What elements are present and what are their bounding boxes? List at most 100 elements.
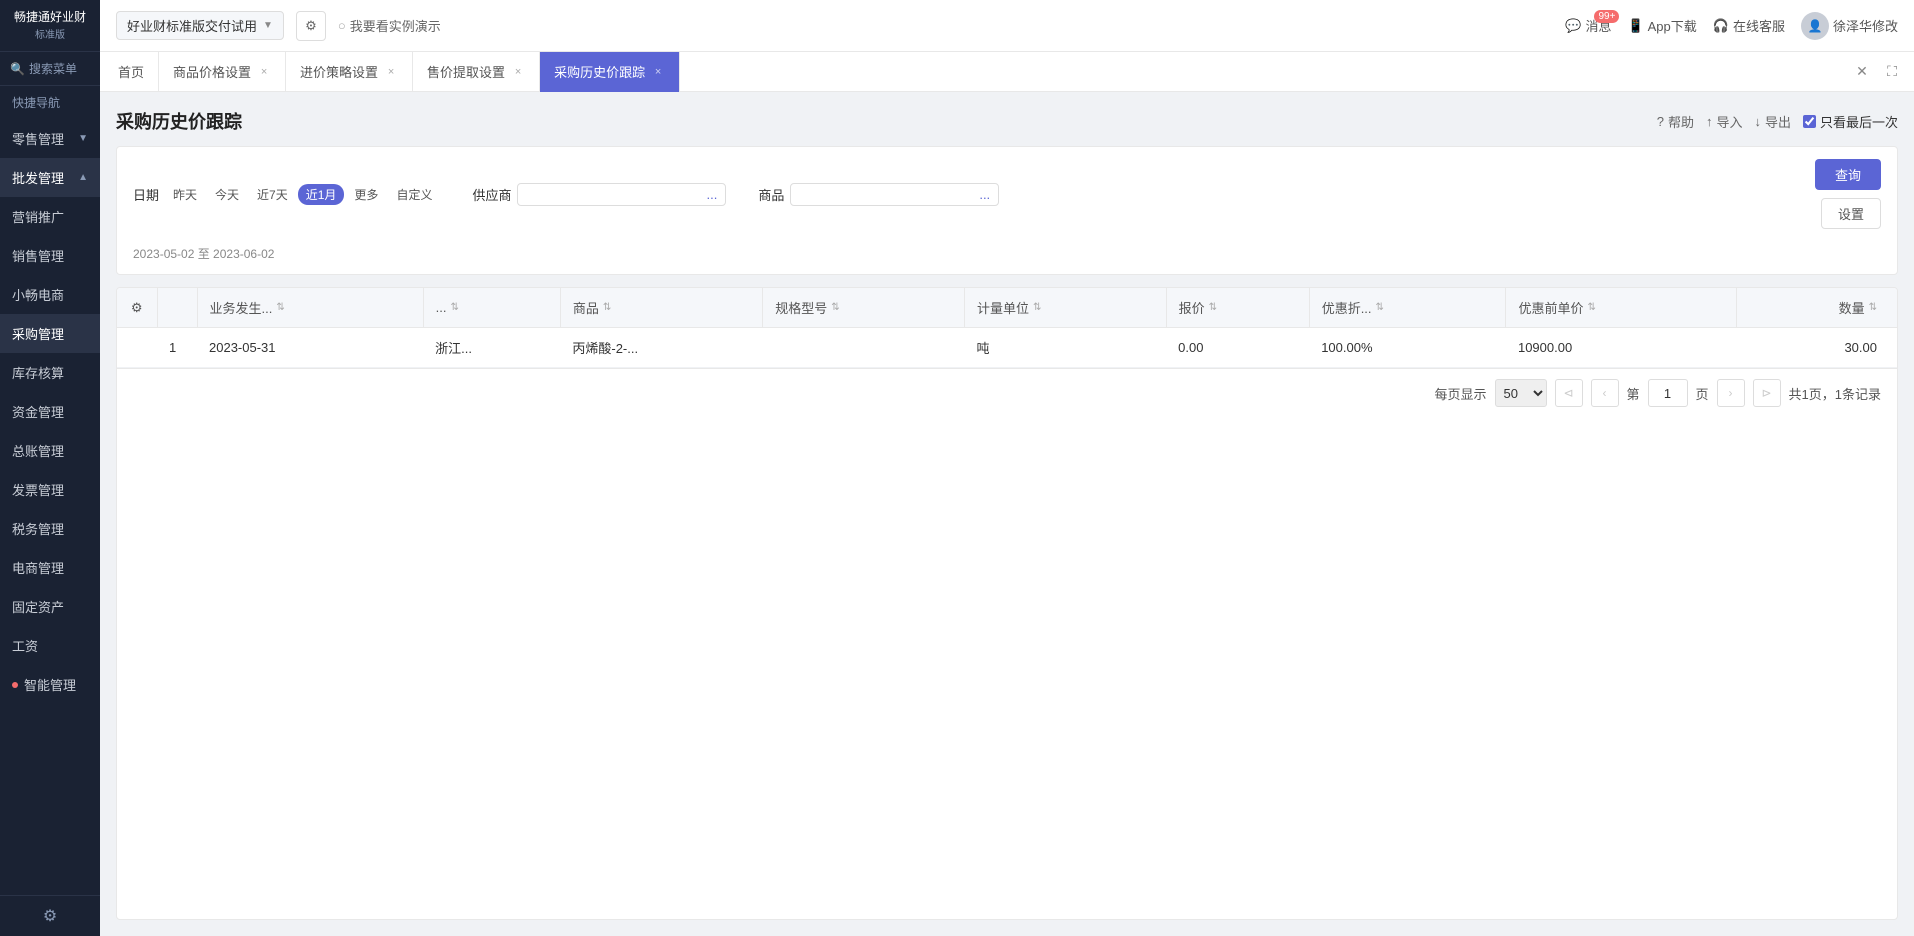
sidebar-item-invoice[interactable]: 发票管理 bbox=[0, 470, 100, 509]
page-header: 采购历史价跟踪 ? 帮助 ↑ 导入 ↓ 导出 只看最后一次 bbox=[116, 108, 1898, 134]
supplier-input[interactable] bbox=[526, 187, 702, 202]
help-button[interactable]: ? 帮助 bbox=[1657, 112, 1694, 131]
supplier-input-wrapper[interactable]: ... bbox=[517, 183, 726, 206]
user-info[interactable]: 👤 徐泽华修改 bbox=[1801, 12, 1898, 40]
tab-strategy-close[interactable]: × bbox=[384, 65, 398, 79]
filter-settings-button[interactable]: 设置 bbox=[1821, 198, 1881, 229]
per-page-select[interactable]: 50 100 200 bbox=[1495, 379, 1547, 407]
date-btn-custom[interactable]: 自定义 bbox=[388, 184, 440, 205]
pagination: 每页显示 50 100 200 ⊲ ‹ 第 页 › ⊳ 共1页，1条记录 bbox=[117, 368, 1897, 417]
product-more-btn[interactable]: ... bbox=[979, 187, 990, 202]
th-more-label: ... bbox=[436, 300, 447, 315]
sidebar-item-salary[interactable]: 工资 bbox=[0, 626, 100, 665]
th-quote[interactable]: 报价 ⇅ bbox=[1166, 288, 1309, 328]
page-input[interactable] bbox=[1648, 379, 1688, 407]
table-body: 1 2023-05-31 浙江... 丙烯酸-2-... 吨 0.00 100.… bbox=[117, 328, 1897, 368]
supplier-label: 供应商 bbox=[472, 185, 511, 204]
product-input-wrapper[interactable]: ... bbox=[790, 183, 999, 206]
export-button[interactable]: ↓ 导出 bbox=[1754, 112, 1791, 131]
next-page-button[interactable]: › bbox=[1717, 379, 1745, 407]
sidebar-item-label-ecommerce-small: 小畅电商 bbox=[12, 285, 64, 304]
th-unit[interactable]: 计量单位 ⇅ bbox=[964, 288, 1166, 328]
sidebar-item-ledger[interactable]: 总账管理 bbox=[0, 431, 100, 470]
th-price[interactable]: 优惠前单价 ⇅ bbox=[1506, 288, 1737, 328]
online-service-label: 在线客服 bbox=[1733, 16, 1785, 35]
th-quote-label: 报价 bbox=[1179, 298, 1205, 317]
app-download-button[interactable]: 📱 App下载 bbox=[1627, 16, 1696, 35]
tab-history-price[interactable]: 采购历史价跟踪 × bbox=[540, 52, 680, 92]
version-label: 好业财标准版交付试用 bbox=[127, 16, 257, 35]
th-quantity[interactable]: 数量 ⇅ bbox=[1737, 288, 1897, 328]
prev-page-button[interactable]: ‹ bbox=[1591, 379, 1619, 407]
tabbar: 首页 商品价格设置 × 进价策略设置 × 售价提取设置 × 采购历史价跟踪 × … bbox=[100, 52, 1914, 92]
supplier-more-btn[interactable]: ... bbox=[706, 187, 717, 202]
th-spec[interactable]: 规格型号 ⇅ bbox=[763, 288, 965, 328]
tab-sale-price-label: 售价提取设置 bbox=[427, 62, 505, 81]
message-button[interactable]: 💬 99+ 消息 bbox=[1565, 16, 1611, 35]
sidebar-settings-icon[interactable]: ⚙ bbox=[43, 906, 57, 926]
th-discount[interactable]: 优惠折... ⇅ bbox=[1309, 288, 1506, 328]
gear-icon-th: ⚙ bbox=[131, 300, 143, 315]
last-only-checkbox[interactable] bbox=[1803, 115, 1816, 128]
shortcut-nav[interactable]: 快捷导航 bbox=[0, 86, 100, 119]
sidebar-item-inventory[interactable]: 库存核算 bbox=[0, 353, 100, 392]
topbar-settings-button[interactable]: ⚙ bbox=[296, 11, 326, 41]
product-label: 商品 bbox=[758, 185, 784, 204]
sort-icon-price: ⇅ bbox=[1587, 302, 1595, 313]
tab-maximize-button[interactable]: ⛶ bbox=[1878, 58, 1906, 86]
tab-price[interactable]: 商品价格设置 × bbox=[159, 52, 286, 92]
sort-icon-product: ⇅ bbox=[603, 302, 611, 313]
sidebar-item-finance[interactable]: 资金管理 bbox=[0, 392, 100, 431]
first-page-button[interactable]: ⊲ bbox=[1555, 379, 1583, 407]
tab-price-close[interactable]: × bbox=[257, 65, 271, 79]
topbar-right: 💬 99+ 消息 📱 App下载 🎧 在线客服 👤 徐泽华修改 bbox=[1565, 12, 1898, 40]
sidebar-item-purchase[interactable]: 采购管理 bbox=[0, 314, 100, 353]
supplier-filter-item: 供应商 ... bbox=[472, 183, 726, 206]
tab-strategy[interactable]: 进价策略设置 × bbox=[286, 52, 413, 92]
td-supplier: 浙江... bbox=[423, 328, 560, 368]
sidebar-item-wholesale[interactable]: 批发管理 ▲ bbox=[0, 158, 100, 197]
date-btn-last1month[interactable]: 近1月 bbox=[298, 184, 345, 205]
sidebar-item-label-purchase: 采购管理 bbox=[12, 324, 64, 343]
sidebar-item-assets[interactable]: 固定资产 bbox=[0, 587, 100, 626]
sidebar-item-ecommerce-small[interactable]: 小畅电商 bbox=[0, 275, 100, 314]
th-date-label: 业务发生... bbox=[210, 298, 273, 317]
product-input[interactable] bbox=[799, 187, 975, 202]
sort-icon-date: ⇅ bbox=[276, 302, 284, 313]
sidebar-item-retail[interactable]: 零售管理 ▼ bbox=[0, 119, 100, 158]
th-date[interactable]: 业务发生... ⇅ bbox=[197, 288, 423, 328]
date-filter: 昨天 今天 近7天 近1月 更多 自定义 bbox=[165, 184, 440, 205]
demo-link[interactable]: ○ 我要看实例演示 bbox=[338, 16, 441, 35]
sidebar-item-marketing[interactable]: 营销推广 bbox=[0, 197, 100, 236]
date-btn-more[interactable]: 更多 bbox=[346, 184, 386, 205]
sidebar-item-smart[interactable]: 智能管理 bbox=[0, 665, 100, 704]
content-area: 采购历史价跟踪 ? 帮助 ↑ 导入 ↓ 导出 只看最后一次 bbox=[100, 92, 1914, 936]
sidebar-nav: 零售管理 ▼ 批发管理 ▲ 营销推广 销售管理 小畅电商 采购管理 库存核算 资… bbox=[0, 119, 100, 895]
date-btn-last7[interactable]: 近7天 bbox=[249, 184, 296, 205]
tab-history-price-close[interactable]: × bbox=[651, 65, 665, 79]
tab-home[interactable]: 首页 bbox=[108, 52, 159, 92]
date-btn-yesterday[interactable]: 昨天 bbox=[165, 184, 205, 205]
th-product[interactable]: 商品 ⇅ bbox=[560, 288, 762, 328]
sidebar-search[interactable]: 🔍 搜索菜单 bbox=[0, 52, 100, 86]
version-selector[interactable]: 好业财标准版交付试用 ▼ bbox=[116, 11, 284, 40]
logo-text-sub: 标准版 bbox=[35, 26, 65, 41]
th-more[interactable]: ... ⇅ bbox=[423, 288, 560, 328]
sidebar-item-sales[interactable]: 销售管理 bbox=[0, 236, 100, 275]
tab-sale-price-close[interactable]: × bbox=[511, 65, 525, 79]
sidebar-item-ecommerce[interactable]: 电商管理 bbox=[0, 548, 100, 587]
import-button[interactable]: ↑ 导入 bbox=[1706, 112, 1743, 131]
date-btn-today[interactable]: 今天 bbox=[207, 184, 247, 205]
per-page-label: 每页显示 bbox=[1434, 384, 1486, 403]
th-settings[interactable]: ⚙ bbox=[117, 288, 157, 328]
sidebar-item-tax[interactable]: 税务管理 bbox=[0, 509, 100, 548]
tab-sale-price[interactable]: 售价提取设置 × bbox=[413, 52, 540, 92]
tab-close-all-button[interactable]: ✕ bbox=[1848, 58, 1876, 86]
tab-strategy-label: 进价策略设置 bbox=[300, 62, 378, 81]
last-only-checkbox-label[interactable]: 只看最后一次 bbox=[1803, 112, 1898, 131]
online-service-button[interactable]: 🎧 在线客服 bbox=[1713, 16, 1785, 35]
filter-panel: 日期 昨天 今天 近7天 近1月 更多 自定义 供应商 ... bbox=[116, 146, 1898, 275]
last-page-button[interactable]: ⊳ bbox=[1753, 379, 1781, 407]
total-info: 共1页，1条记录 bbox=[1789, 384, 1881, 403]
query-button[interactable]: 查询 bbox=[1815, 159, 1881, 190]
